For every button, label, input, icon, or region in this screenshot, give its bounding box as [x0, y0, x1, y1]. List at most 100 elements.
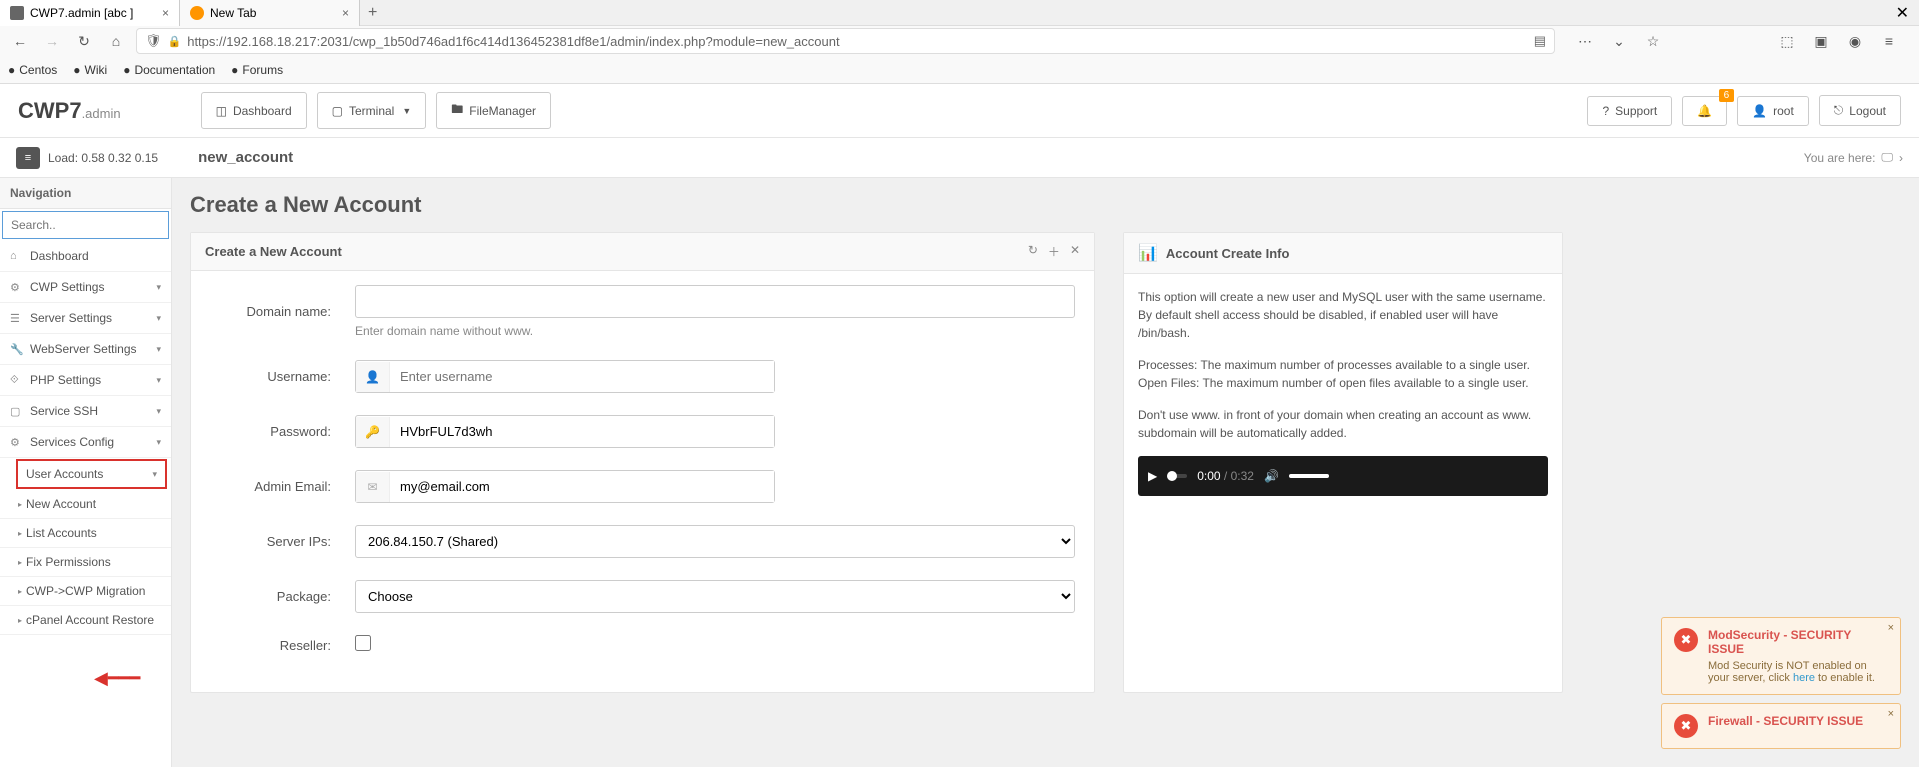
sidebar-item-services-config[interactable]: ⚙Services Config▾: [0, 427, 171, 458]
tab-title: CWP7.admin [abc ]: [30, 6, 162, 20]
logo: CWP7.admin: [18, 98, 121, 124]
nav-bar: ← → ↻ ⌂ 🛡 🔒 https://192.168.18.217:2031/…: [0, 26, 1919, 56]
panel-title: Account Create Info: [1166, 246, 1290, 261]
plus-icon[interactable]: ＋: [1048, 243, 1060, 260]
nav-header: Navigation: [0, 178, 171, 209]
form-row-domain: Domain name: Enter domain name without w…: [205, 285, 1080, 338]
package-select[interactable]: Choose: [355, 580, 1075, 613]
support-button[interactable]: ?Support: [1587, 96, 1672, 126]
nav-search-input[interactable]: [2, 211, 169, 239]
app-header: CWP7.admin ◫Dashboard ▢Terminal▼ 🖿FileMa…: [0, 84, 1919, 138]
panel-body: Domain name: Enter domain name without w…: [191, 271, 1094, 692]
window-close-icon[interactable]: ✕: [1886, 3, 1919, 23]
panel-body: This option will create a new user and M…: [1124, 274, 1562, 510]
toast-close-icon[interactable]: ×: [1888, 622, 1894, 634]
dashboard-icon: ◫: [216, 104, 227, 118]
browser-tab[interactable]: CWP7.admin [abc ] ×: [0, 0, 180, 26]
chevron-right-icon: ›: [1899, 151, 1903, 165]
close-icon[interactable]: ✕: [1070, 243, 1080, 260]
url-bar[interactable]: 🛡 🔒 https://192.168.18.217:2031/cwp_1b50…: [136, 28, 1555, 54]
sidebar-sub-list-accounts[interactable]: ▸List Accounts: [0, 519, 171, 548]
dashboard-button[interactable]: ◫Dashboard: [201, 92, 307, 129]
sidebar-item-php-settings[interactable]: ⟐PHP Settings▾: [0, 365, 171, 396]
password-input[interactable]: [390, 416, 774, 447]
sidebar-item-service-ssh[interactable]: ▢Service SSH▾: [0, 396, 171, 427]
reload-button[interactable]: ↻: [72, 29, 96, 53]
toast-firewall: × ✖ Firewall - SECURITY ISSUE: [1661, 703, 1901, 749]
home-button[interactable]: ⌂: [104, 29, 128, 53]
volume-icon[interactable]: 🔊: [1264, 469, 1279, 483]
username-input[interactable]: [390, 361, 774, 392]
sidebar-item-webserver-settings[interactable]: 🔧WebServer Settings▾: [0, 334, 171, 365]
envelope-icon: ✉: [356, 472, 390, 502]
triangle-icon: ▸: [18, 558, 22, 567]
bookmark-item[interactable]: ● Documentation: [123, 63, 215, 77]
triangle-icon: ▸: [18, 500, 22, 509]
monitor-icon[interactable]: 🖵: [1881, 150, 1893, 165]
panel-actions: ↻ ＋ ✕: [1028, 243, 1080, 260]
play-icon[interactable]: ▶: [1148, 469, 1157, 483]
serverips-select[interactable]: 206.84.150.7 (Shared): [355, 525, 1075, 558]
info-panel: 📊 Account Create Info This option will c…: [1123, 232, 1563, 693]
sidebar-item-cwp-settings[interactable]: ⚙CWP Settings▾: [0, 272, 171, 303]
back-button[interactable]: ←: [8, 29, 32, 53]
panel-header: 📊 Account Create Info: [1124, 233, 1562, 274]
domain-help-text: Enter domain name without www.: [355, 324, 1080, 338]
logout-button[interactable]: ⎋Logout: [1819, 95, 1901, 126]
sidebar-item-server-settings[interactable]: ☰Server Settings▾: [0, 303, 171, 334]
load-indicator: ≡ Load: 0.58 0.32 0.15: [16, 147, 158, 169]
sidebar-sub-new-account[interactable]: ▸New Account: [0, 490, 171, 519]
bookmark-item[interactable]: ● Centos: [8, 63, 57, 77]
package-label: Package:: [205, 589, 355, 604]
lock-icon: 🔒: [168, 35, 182, 48]
user-button[interactable]: 👤root: [1737, 96, 1809, 126]
sidebar-sub-fix-permissions[interactable]: ▸Fix Permissions: [0, 548, 171, 577]
tab-close-icon[interactable]: ×: [342, 6, 349, 20]
filemanager-button[interactable]: 🖿FileManager: [436, 92, 551, 129]
reader-icon[interactable]: ▤: [1534, 33, 1546, 49]
password-label: Password:: [205, 424, 355, 439]
refresh-icon[interactable]: ↻: [1028, 243, 1038, 260]
chevron-down-icon: ▾: [156, 406, 161, 417]
audio-player[interactable]: ▶ 0:00 / 0:32 🔊: [1138, 456, 1548, 496]
pocket-icon[interactable]: ⌄: [1607, 29, 1631, 53]
terminal-icon: ▢: [332, 104, 343, 118]
domain-input[interactable]: [355, 285, 1075, 318]
bookmark-item[interactable]: ● Forums: [231, 63, 283, 77]
sidebar-sub-cwp-migration[interactable]: ▸CWP->CWP Migration: [0, 577, 171, 606]
sidebar-icon[interactable]: ▣: [1809, 29, 1833, 53]
favicon-icon: [190, 6, 204, 20]
account-icon[interactable]: ◉: [1843, 29, 1867, 53]
toast-close-icon[interactable]: ×: [1888, 708, 1894, 720]
new-tab-button[interactable]: +: [360, 4, 385, 22]
volume-slider[interactable]: [1289, 474, 1329, 478]
library-icon[interactable]: ⬚: [1775, 29, 1799, 53]
notifications-button[interactable]: 🔔 6: [1682, 96, 1727, 126]
menu-icon[interactable]: ≡: [1877, 29, 1901, 53]
email-input[interactable]: [390, 471, 774, 502]
nav-right: ⋯ ⌄ ☆ ⬚ ▣ ◉ ≡: [1563, 29, 1911, 53]
bell-icon: 🔔: [1697, 104, 1712, 118]
error-icon: ✖: [1674, 628, 1698, 652]
bookmark-item[interactable]: ● Wiki: [73, 63, 107, 77]
reseller-checkbox[interactable]: [355, 635, 371, 651]
sidebar-item-user-accounts[interactable]: User Accounts▾: [16, 459, 167, 489]
page-title: Create a New Account: [190, 192, 1901, 218]
sidebar-sub-cpanel-restore[interactable]: ▸cPanel Account Restore: [0, 606, 171, 635]
chevron-down-icon: ▾: [156, 437, 161, 448]
user-icon: 👤: [1752, 104, 1767, 118]
help-icon: ?: [1602, 104, 1609, 118]
audio-progress[interactable]: [1167, 474, 1187, 478]
sidebar-item-dashboard[interactable]: ⌂Dashboard: [0, 241, 171, 272]
toast-link[interactable]: here: [1793, 672, 1815, 684]
serverips-label: Server IPs:: [205, 534, 355, 549]
terminal-button[interactable]: ▢Terminal▼: [317, 92, 427, 129]
star-icon[interactable]: ☆: [1641, 29, 1665, 53]
form-row-package: Package: Choose: [205, 580, 1080, 613]
toast-text: to enable it.: [1815, 672, 1875, 684]
more-icon[interactable]: ⋯: [1573, 29, 1597, 53]
page-name: new_account: [198, 149, 293, 166]
audio-time: 0:00 / 0:32: [1197, 469, 1254, 483]
tab-close-icon[interactable]: ×: [162, 6, 169, 20]
browser-tab[interactable]: New Tab ×: [180, 0, 360, 26]
